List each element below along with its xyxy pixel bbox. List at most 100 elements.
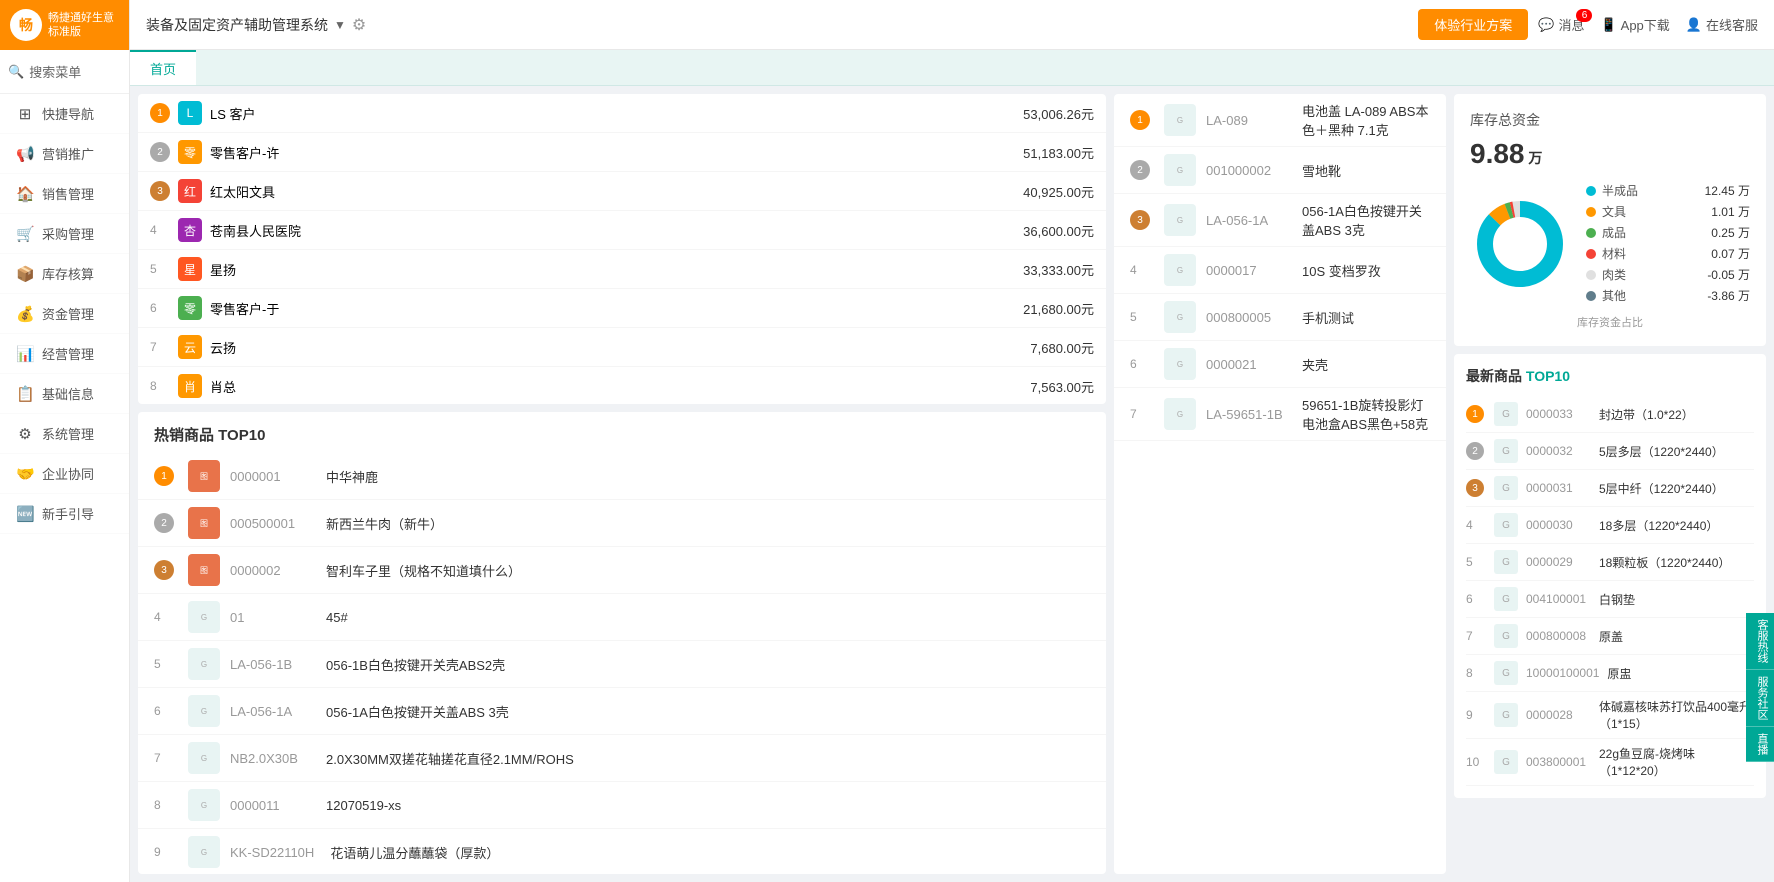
float-button[interactable]: 客服热线 — [1746, 613, 1774, 670]
shortcut-icon: ⊞ — [16, 105, 34, 123]
sales-product-row: 1 G LA-089 电池盖 LA-089 ABS本色＋黑种 7.1克 — [1114, 94, 1446, 147]
float-button[interactable]: 直播 — [1746, 727, 1774, 762]
topbar-right: 💬 消息 6 📱 App下载 👤 在线客服 — [1538, 15, 1758, 34]
latest-rank-cell: 9 — [1466, 708, 1486, 722]
system-name: 装备及固定资产辅助管理系统 — [146, 15, 328, 35]
sidebar-item-shortcut[interactable]: ⊞ 快捷导航 — [0, 94, 129, 134]
latest-rank-badge: 1 — [1466, 405, 1484, 423]
sales-product-thumb: G — [1164, 154, 1196, 186]
latest-thumb: G — [1494, 476, 1518, 500]
inventory-amount: 9.88 — [1470, 138, 1525, 169]
sidebar-item-label: 基础信息 — [42, 384, 94, 403]
legend-label: 成品 — [1602, 224, 1705, 241]
sales-product-thumb: G — [1164, 254, 1196, 286]
sidebar-item-collab[interactable]: 🤝 企业协同 — [0, 454, 129, 494]
sales-rank-badge: 2 — [1130, 160, 1150, 180]
hot-product-row: 4 G 01 45# — [138, 594, 1106, 641]
sales-rank-badge: 1 — [1130, 110, 1150, 130]
product-rank-cell: 3 — [154, 560, 178, 580]
latest-product-row: 9 G 0000028 体碱嘉核味苏打饮品400毫升（1*15） — [1466, 692, 1754, 739]
customer-row: 8 肖 肖总 7,563.00元 — [138, 367, 1106, 404]
product-code: 0000002 — [230, 563, 310, 578]
legend-value: 12.45 万 — [1705, 182, 1750, 199]
sidebar-item-inventory[interactable]: 📦 库存核算 — [0, 254, 129, 294]
collab-icon: 🤝 — [16, 465, 34, 483]
product-rank-cell: 4 — [154, 610, 178, 624]
sidebar-item-purchase[interactable]: 🛒 采购管理 — [0, 214, 129, 254]
latest-rank-cell: 10 — [1466, 755, 1486, 769]
latest-code: 004100001 — [1526, 592, 1591, 606]
sales-product-code: 0000021 — [1206, 357, 1286, 372]
hot-products-title: 热销商品 TOP10 — [138, 412, 1106, 453]
product-thumb: G — [188, 695, 220, 727]
rank-number: 6 — [150, 301, 157, 315]
sidebar-item-marketing[interactable]: 📢 营销推广 — [0, 134, 129, 174]
sidebar: 畅 畅捷通好生意 标准版 🔍 搜索菜单 ⊞ 快捷导航 📢 营销推广 🏠 销售管理… — [0, 0, 130, 882]
legend-label: 肉类 — [1602, 266, 1701, 283]
sales-product-thumb: G — [1164, 104, 1196, 136]
system-dropdown-button[interactable]: ▼ — [334, 18, 346, 32]
message-button[interactable]: 💬 消息 6 — [1538, 15, 1584, 34]
latest-top10-label: TOP10 — [1526, 368, 1570, 384]
inventory-total: 9.88 万 — [1470, 138, 1750, 170]
latest-code: 0000033 — [1526, 407, 1591, 421]
rank-number: 4 — [150, 223, 157, 237]
sales-product-row: 4 G 0000017 10S 变档罗孜 — [1114, 247, 1446, 294]
top-customers-panel: 1 L LS 客户 53,006.26元 2 零 零售客户-许 51,183.0… — [138, 94, 1106, 404]
latest-code: 0000028 — [1526, 708, 1591, 722]
product-rank-number: 9 — [154, 845, 161, 859]
hot-product-row: 1 图 0000001 中华神鹿 — [138, 453, 1106, 500]
sales-product-code: LA-056-1A — [1206, 213, 1286, 228]
latest-rank-cell: 7 — [1466, 629, 1486, 643]
tab-home[interactable]: 首页 — [130, 50, 196, 85]
hot-product-row: 3 图 0000002 智利车子里（规格不知道填什么） — [138, 547, 1106, 594]
sales-rank-cell: 5 — [1130, 310, 1154, 324]
product-rank-badge: 1 — [154, 466, 174, 486]
sales-rank-cell: 4 — [1130, 263, 1154, 277]
latest-rank-cell: 4 — [1466, 518, 1486, 532]
product-rank-cell: 6 — [154, 704, 178, 718]
latest-rank-cell: 2 — [1466, 442, 1486, 460]
product-code: NB2.0X30B — [230, 751, 310, 766]
customer-row: 3 红 红太阳文具 40,925.00元 — [138, 172, 1106, 211]
customer-name: 苍南县人民医院 — [210, 221, 1023, 240]
operation-icon: 📊 — [16, 345, 34, 363]
basic-icon: 📋 — [16, 385, 34, 403]
latest-thumb: G — [1494, 402, 1518, 426]
sidebar-item-finance[interactable]: 💰 资金管理 — [0, 294, 129, 334]
product-rank-number: 8 — [154, 798, 161, 812]
app-download-button[interactable]: 📱 App下载 — [1600, 15, 1669, 34]
product-name: 056-1A白色按键开关盖ABS 3壳 — [326, 702, 1090, 721]
sidebar-item-sales[interactable]: 🏠 销售管理 — [0, 174, 129, 214]
legend-value: 0.07 万 — [1711, 245, 1750, 262]
trial-button[interactable]: 体验行业方案 — [1418, 9, 1528, 40]
hot-product-row: 6 G LA-056-1A 056-1A白色按键开关盖ABS 3壳 — [138, 688, 1106, 735]
online-service-button[interactable]: 👤 在线客服 — [1686, 15, 1758, 34]
sidebar-item-operation[interactable]: 📊 经营管理 — [0, 334, 129, 374]
customer-icon: 星 — [178, 257, 202, 281]
app-icon: 📱 — [1600, 17, 1616, 33]
product-code: 0000011 — [230, 798, 310, 813]
sidebar-item-system[interactable]: ⚙ 系统管理 — [0, 414, 129, 454]
product-name: 056-1B白色按键开关壳ABS2壳 — [326, 655, 1090, 674]
sidebar-item-label: 经营管理 — [42, 344, 94, 363]
customer-icon: 杏 — [178, 218, 202, 242]
sidebar-item-guide[interactable]: 🆕 新手引导 — [0, 494, 129, 534]
sidebar-item-label: 系统管理 — [42, 424, 94, 443]
product-code: 000500001 — [230, 516, 310, 531]
sales-product-code: LA-089 — [1206, 113, 1286, 128]
search-menu-button[interactable]: 🔍 搜索菜单 — [8, 58, 121, 85]
product-code: LA-056-1A — [230, 704, 310, 719]
sales-product-name: 056-1A白色按键开关盖ABS 3克 — [1302, 201, 1430, 239]
settings-button[interactable]: ⚙ — [352, 15, 366, 35]
latest-rank-number: 9 — [1466, 708, 1473, 722]
float-button[interactable]: 服务社区 — [1746, 670, 1774, 727]
guide-icon: 🆕 — [16, 505, 34, 523]
sidebar-item-label: 库存核算 — [42, 264, 94, 283]
sidebar-item-basic[interactable]: 📋 基础信息 — [0, 374, 129, 414]
content-area: 1 L LS 客户 53,006.26元 2 零 零售客户-许 51,183.0… — [130, 86, 1774, 882]
latest-products-title: 最新商品 TOP10 — [1466, 366, 1754, 386]
legend-value: 0.25 万 — [1711, 224, 1750, 241]
purchase-icon: 🛒 — [16, 225, 34, 243]
product-rank-badge: 3 — [154, 560, 174, 580]
